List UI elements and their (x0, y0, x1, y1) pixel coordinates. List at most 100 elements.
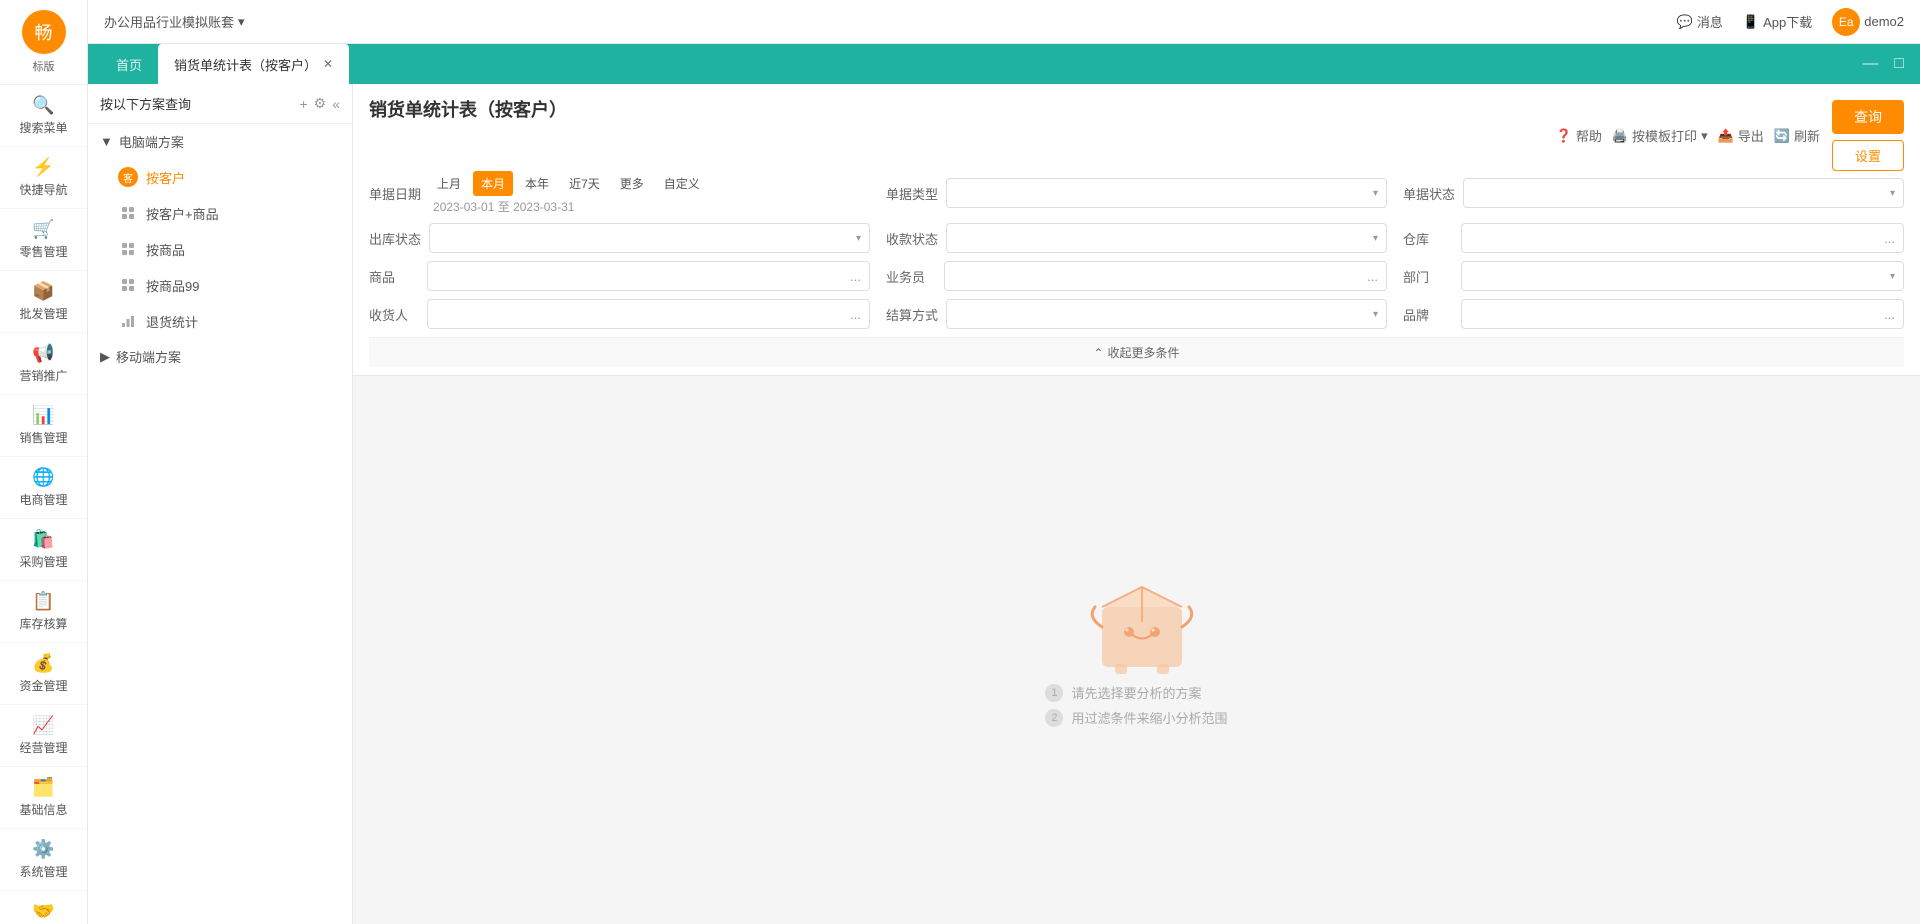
retail-icon: 🛒 (4, 219, 83, 240)
content-area: 按以下方案查询 + ⚙ « ▼ 电脑端方案 客 按客户 (88, 84, 1920, 924)
scheme-item-product-99[interactable]: 按商品99 (88, 267, 352, 303)
add-scheme-button[interactable]: + (299, 96, 307, 112)
app-download-button[interactable]: 📱 App下载 (1743, 12, 1812, 31)
print-icon: 🖨️ (1612, 128, 1628, 144)
settlement-input[interactable]: ▾ (946, 299, 1387, 329)
inventory-icon: 📋 (4, 591, 83, 612)
filter-cell-date: 单据日期 上月 本月 本年 近7天 更多 自定义 2023-03-01 至 20… (369, 171, 870, 215)
last-month-button[interactable]: 上月 (429, 171, 469, 196)
message-button[interactable]: 💬 消息 (1677, 12, 1723, 31)
scheme-item-by-product[interactable]: 按商品 (88, 231, 352, 267)
settings-scheme-button[interactable]: ⚙ (314, 95, 327, 112)
doc-type-input[interactable]: ▾ (946, 178, 1387, 208)
last-7-button[interactable]: 近7天 (561, 171, 608, 196)
logo-subtext: 标版 (8, 58, 79, 74)
chevron-down-icon: ▾ (856, 233, 861, 244)
department-input[interactable]: ▾ (1461, 261, 1904, 291)
warehouse-input[interactable]: ... (1461, 223, 1904, 253)
sidebar-item-retail[interactable]: 🛒 零售管理 (0, 209, 87, 271)
date-buttons-row: 上月 本月 本年 近7天 更多 自定义 (429, 171, 870, 196)
filter-cell-doc-type: 单据类型 ▾ (886, 178, 1387, 208)
tabbar: 首页 销货单统计表（按客户） ✕ — □ (88, 44, 1920, 84)
collapse-panel-button[interactable]: « (332, 96, 340, 112)
mobile-scheme-group: ▶ 移动端方案 (88, 339, 352, 374)
custom-button[interactable]: 自定义 (656, 171, 708, 196)
sidebar-item-inventory[interactable]: 📋 库存核算 (0, 581, 87, 643)
settings-button[interactable]: 设置 (1832, 140, 1904, 171)
more-icon: ... (1884, 307, 1895, 322)
sidebar-item-operations[interactable]: 📈 经营管理 (0, 705, 87, 767)
this-year-button[interactable]: 本年 (517, 171, 557, 196)
tab-home[interactable]: 首页 (100, 44, 158, 84)
print-arrow-icon: ▾ (1701, 128, 1708, 144)
empty-state: 1 请先选择要分析的方案 2 用过滤条件来缩小分析范围 (353, 376, 1920, 924)
more-icon: ... (1884, 231, 1895, 246)
scheme-item-customer-product[interactable]: 按客户+商品 (88, 195, 352, 231)
filter-cell-department: 部门 ▾ (1403, 261, 1904, 291)
product-input[interactable]: ... (427, 261, 870, 291)
download-icon: 📱 (1743, 14, 1759, 30)
consignee-label: 收货人 (369, 305, 419, 324)
quick-nav-icon: ⚡ (4, 157, 83, 178)
chevron-down-icon: ▾ (1890, 188, 1895, 199)
out-status-label: 出库状态 (369, 229, 421, 248)
query-button[interactable]: 查询 (1832, 100, 1904, 134)
more-button[interactable]: 更多 (612, 171, 652, 196)
receipt-status-input[interactable]: ▾ (946, 223, 1387, 253)
filter-cell-receipt-status: 收款状态 ▾ (886, 223, 1387, 253)
right-panel: 销货单统计表（按客户） ❓ 帮助 🖨️ 按模板打印 ▾ (353, 84, 1920, 924)
sidebar-item-basic-info[interactable]: 🗂️ 基础信息 (0, 767, 87, 829)
filter-cell-salesperson: 业务员 ... (886, 261, 1387, 291)
tab-sales-stat[interactable]: 销货单统计表（按客户） ✕ (158, 44, 349, 84)
this-month-button[interactable]: 本月 (473, 171, 513, 196)
sidebar-item-sales[interactable]: 📊 销售管理 (0, 395, 87, 457)
topbar-right: 💬 消息 📱 App下载 Ea demo2 (1677, 8, 1904, 36)
topbar: 办公用品行业模拟账套 ▾ 💬 消息 📱 App下载 Ea demo2 (88, 0, 1920, 44)
scheme-item-by-customer[interactable]: 客 按客户 (88, 159, 352, 195)
sidebar-item-ecommerce[interactable]: 🌐 电商管理 (0, 457, 87, 519)
doc-status-input[interactable]: ▾ (1463, 178, 1904, 208)
maximize-button[interactable]: □ (1890, 51, 1908, 77)
filter-area: 销货单统计表（按客户） ❓ 帮助 🖨️ 按模板打印 ▾ (353, 84, 1920, 376)
return-stat-icon (118, 311, 138, 331)
consignee-input[interactable]: ... (427, 299, 870, 329)
desktop-scheme-group: ▼ 电脑端方案 客 按客户 按客 (88, 124, 352, 339)
user-profile[interactable]: Ea demo2 (1832, 8, 1904, 36)
empty-hints: 1 请先选择要分析的方案 2 用过滤条件来缩小分析范围 (1045, 683, 1227, 733)
message-icon: 💬 (1677, 14, 1693, 30)
sidebar-item-enterprise[interactable]: 🤝 企业协同 (0, 891, 87, 924)
app-logo: 畅 标版 (0, 0, 87, 85)
refresh-button[interactable]: 🔄 刷新 (1774, 126, 1820, 145)
sidebar-item-marketing[interactable]: 📢 营销推广 (0, 333, 87, 395)
receipt-status-label: 收款状态 (886, 229, 938, 248)
sidebar-item-sys-mgmt[interactable]: ⚙️ 系统管理 (0, 829, 87, 891)
company-selector[interactable]: 办公用品行业模拟账套 ▾ (104, 12, 245, 31)
close-tab-icon[interactable]: ✕ (323, 57, 333, 71)
help-button[interactable]: ❓ 帮助 (1556, 126, 1602, 145)
more-icon: ... (1367, 269, 1378, 284)
chevron-down-icon: ▾ (1373, 309, 1378, 320)
filter-cell-out-status: 出库状态 ▾ (369, 223, 870, 253)
mobile-group-header[interactable]: ▶ 移动端方案 (88, 339, 352, 374)
sidebar-item-wholesale[interactable]: 📦 批发管理 (0, 271, 87, 333)
scheme-item-return-stat[interactable]: 退货统计 (88, 303, 352, 339)
sidebar-item-purchase[interactable]: 🛍️ 采购管理 (0, 519, 87, 581)
salesperson-input[interactable]: ... (944, 261, 1387, 291)
desktop-group-header[interactable]: ▼ 电脑端方案 (88, 124, 352, 159)
out-status-input[interactable]: ▾ (429, 223, 870, 253)
print-button[interactable]: 🖨️ 按模板打印 ▾ (1612, 126, 1708, 145)
more-icon: ... (850, 269, 861, 284)
brand-input[interactable]: ... (1461, 299, 1904, 329)
collapse-filters-button[interactable]: ⌃ 收起更多条件 (369, 337, 1904, 367)
company-name: 办公用品行业模拟账套 (104, 12, 234, 31)
sidebar-item-quick-nav[interactable]: ⚡ 快捷导航 (0, 147, 87, 209)
minimize-button[interactable]: — (1858, 51, 1882, 77)
sys-icon: ⚙️ (4, 839, 83, 860)
refresh-icon: 🔄 (1774, 128, 1790, 144)
date-range-display: 2023-03-01 至 2023-03-31 (433, 198, 870, 215)
purchase-icon: 🛍️ (4, 529, 83, 550)
sidebar-item-finance[interactable]: 💰 资金管理 (0, 643, 87, 705)
sidebar-item-search[interactable]: 🔍 搜索菜单 (0, 85, 87, 147)
chevron-down-icon: ▾ (238, 14, 245, 30)
export-button[interactable]: 📤 导出 (1718, 126, 1764, 145)
